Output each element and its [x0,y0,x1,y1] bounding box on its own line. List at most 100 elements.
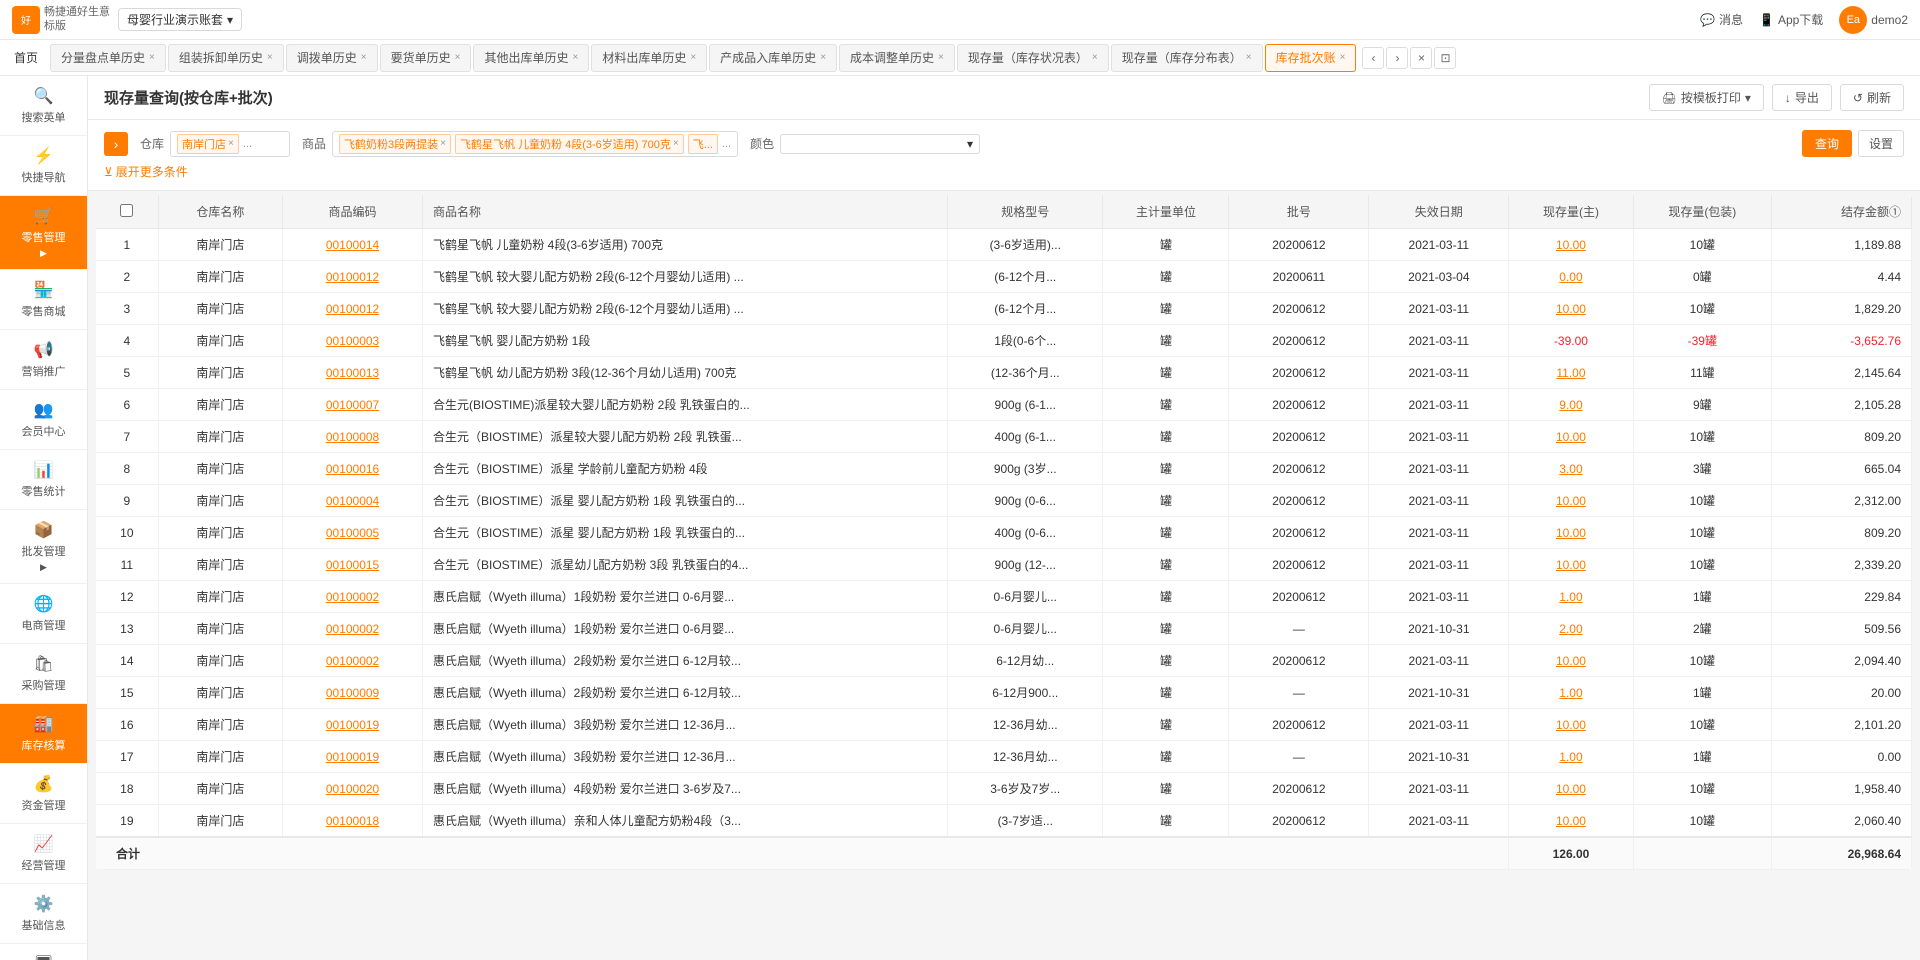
row-qty[interactable]: 10.00 [1509,549,1633,581]
row-qty[interactable]: 1.00 [1509,677,1633,709]
row-index: 6 [96,389,158,421]
tab-zuchai[interactable]: 组装拆卸单历史 × [168,44,284,72]
close-icon[interactable]: × [572,52,578,63]
color-filter[interactable]: ▾ [780,134,980,154]
tab-menu-btn[interactable]: ⊡ [1434,47,1456,69]
row-qty[interactable]: 1.00 [1509,581,1633,613]
row-expire: 2021-03-11 [1369,421,1509,453]
expand-more-conditions[interactable]: ⊻ 展开更多条件 [104,163,1904,180]
row-qty[interactable]: -39.00 [1509,325,1633,357]
row-qty[interactable]: 10.00 [1509,773,1633,805]
tag-close-icon[interactable]: × [440,138,446,149]
close-icon[interactable]: × [361,52,367,63]
row-qty[interactable]: 10.00 [1509,485,1633,517]
row-code[interactable]: 00100016 [283,453,423,485]
refresh-btn[interactable]: ↺ 刷新 [1840,84,1904,111]
tab-xianzai2[interactable]: 现存量（库存分布表） × [1111,44,1263,72]
sidebar-item-retail-shop[interactable]: 🏪 零售商城 [0,270,87,330]
tab-yaohuo[interactable]: 要货单历史 × [380,44,472,72]
tab-close-all-btn[interactable]: × [1410,47,1432,69]
filter-expand-btn[interactable]: › [104,132,128,156]
account-selector[interactable]: 母婴行业演示账套 ▾ [118,8,242,31]
tab-fenling[interactable]: 分量盘点单历史 × [50,44,166,72]
settings-btn[interactable]: 设置 [1858,130,1904,157]
sidebar-item-retail[interactable]: 🛒 零售管理 ▶ [0,196,87,270]
sidebar-item-inventory[interactable]: 🏭 库存核算 [0,704,87,764]
sidebar-item-finance[interactable]: 💰 资金管理 [0,764,87,824]
row-qty[interactable]: 10.00 [1509,709,1633,741]
tab-prev-btn[interactable]: ‹ [1362,47,1384,69]
row-qty[interactable]: 0.00 [1509,261,1633,293]
select-all-checkbox[interactable] [120,204,133,217]
row-qty[interactable]: 10.00 [1509,805,1633,838]
close-icon[interactable]: × [1246,52,1252,63]
tab-next-btn[interactable]: › [1386,47,1408,69]
row-qty[interactable]: 10.00 [1509,421,1633,453]
sidebar-item-member[interactable]: 👥 会员中心 [0,390,87,450]
sidebar-item-marketing[interactable]: 📢 营销推广 [0,330,87,390]
sidebar-item-retail-stats[interactable]: 📊 零售统计 [0,450,87,510]
row-qty[interactable]: 3.00 [1509,453,1633,485]
message-btn[interactable]: 💬 消息 [1700,11,1743,28]
row-qty[interactable]: 10.00 [1509,645,1633,677]
row-code[interactable]: 00100008 [283,421,423,453]
close-icon[interactable]: × [455,52,461,63]
query-btn[interactable]: 查询 [1802,130,1852,157]
tab-cailiao[interactable]: 材料出库单历史 × [591,44,707,72]
row-qty[interactable]: 10.00 [1509,229,1633,261]
app-download-btn[interactable]: 📱 App下载 [1759,11,1823,28]
row-code[interactable]: 00100004 [283,485,423,517]
tab-chanjin[interactable]: 产成品入库单历史 × [709,44,837,72]
sidebar-item-quicknav[interactable]: ⚡ 快捷导航 [0,136,87,196]
close-icon[interactable]: × [820,52,826,63]
row-code[interactable]: 00100005 [283,517,423,549]
row-code[interactable]: 00100012 [283,293,423,325]
row-code[interactable]: 00100014 [283,229,423,261]
close-icon[interactable]: × [1092,52,1098,63]
close-icon[interactable]: × [690,52,696,63]
row-code[interactable]: 00100015 [283,549,423,581]
row-code[interactable]: 00100002 [283,581,423,613]
row-code[interactable]: 00100013 [283,357,423,389]
tag-close-icon[interactable]: × [673,138,679,149]
tab-chengben[interactable]: 成本调整单历史 × [839,44,955,72]
row-qty[interactable]: 11.00 [1509,357,1633,389]
product-filter[interactable]: 飞鹤奶粉3段两提装 × 飞鹤星飞帆 儿童奶粉 4段(3-6岁适用) 700克 ×… [332,131,738,157]
row-code[interactable]: 00100012 [283,261,423,293]
close-icon[interactable]: × [149,52,155,63]
sidebar-item-wholesale[interactable]: 📦 批发管理 ▶ [0,510,87,584]
row-code[interactable]: 00100019 [283,741,423,773]
user-profile[interactable]: Ea demo2 [1839,6,1908,34]
row-qty[interactable]: 9.00 [1509,389,1633,421]
sidebar-item-purchase[interactable]: 🛍 采购管理 [0,644,87,704]
row-qty[interactable]: 10.00 [1509,293,1633,325]
warehouse-filter[interactable]: 南岸门店 × ... [170,131,290,157]
row-code[interactable]: 00100002 [283,613,423,645]
row-code[interactable]: 00100007 [283,389,423,421]
tab-tiaopi[interactable]: 调拨单历史 × [286,44,378,72]
row-code[interactable]: 00100009 [283,677,423,709]
row-code[interactable]: 00100018 [283,805,423,838]
close-icon[interactable]: × [938,52,944,63]
close-icon[interactable]: × [267,52,273,63]
row-qty[interactable]: 2.00 [1509,613,1633,645]
row-code[interactable]: 00100019 [283,709,423,741]
export-btn[interactable]: ↓ 导出 [1772,84,1832,111]
sidebar-item-system[interactable]: 🖥 系统管理 [0,944,87,960]
tab-qita[interactable]: 其他出库单历史 × [473,44,589,72]
sidebar-item-ecommerce[interactable]: 🌐 电商管理 [0,584,87,644]
sidebar-item-basic[interactable]: ⚙️ 基础信息 [0,884,87,944]
sidebar-item-search[interactable]: 🔍 搜索英单 [0,76,87,136]
row-code[interactable]: 00100002 [283,645,423,677]
tab-piliang[interactable]: 库存批次账 × [1265,44,1357,72]
close-icon[interactable]: × [1340,52,1346,63]
row-code[interactable]: 00100020 [283,773,423,805]
tab-home[interactable]: 首页 [4,44,48,72]
sidebar-item-operations[interactable]: 📈 经营管理 [0,824,87,884]
print-btn[interactable]: 🖨 按模板打印 ▾ [1649,84,1764,111]
row-qty[interactable]: 10.00 [1509,517,1633,549]
row-code[interactable]: 00100003 [283,325,423,357]
row-qty[interactable]: 1.00 [1509,741,1633,773]
tag-close-icon[interactable]: × [228,138,234,149]
tab-xianzai1[interactable]: 现存量（库存状况表） × [957,44,1109,72]
